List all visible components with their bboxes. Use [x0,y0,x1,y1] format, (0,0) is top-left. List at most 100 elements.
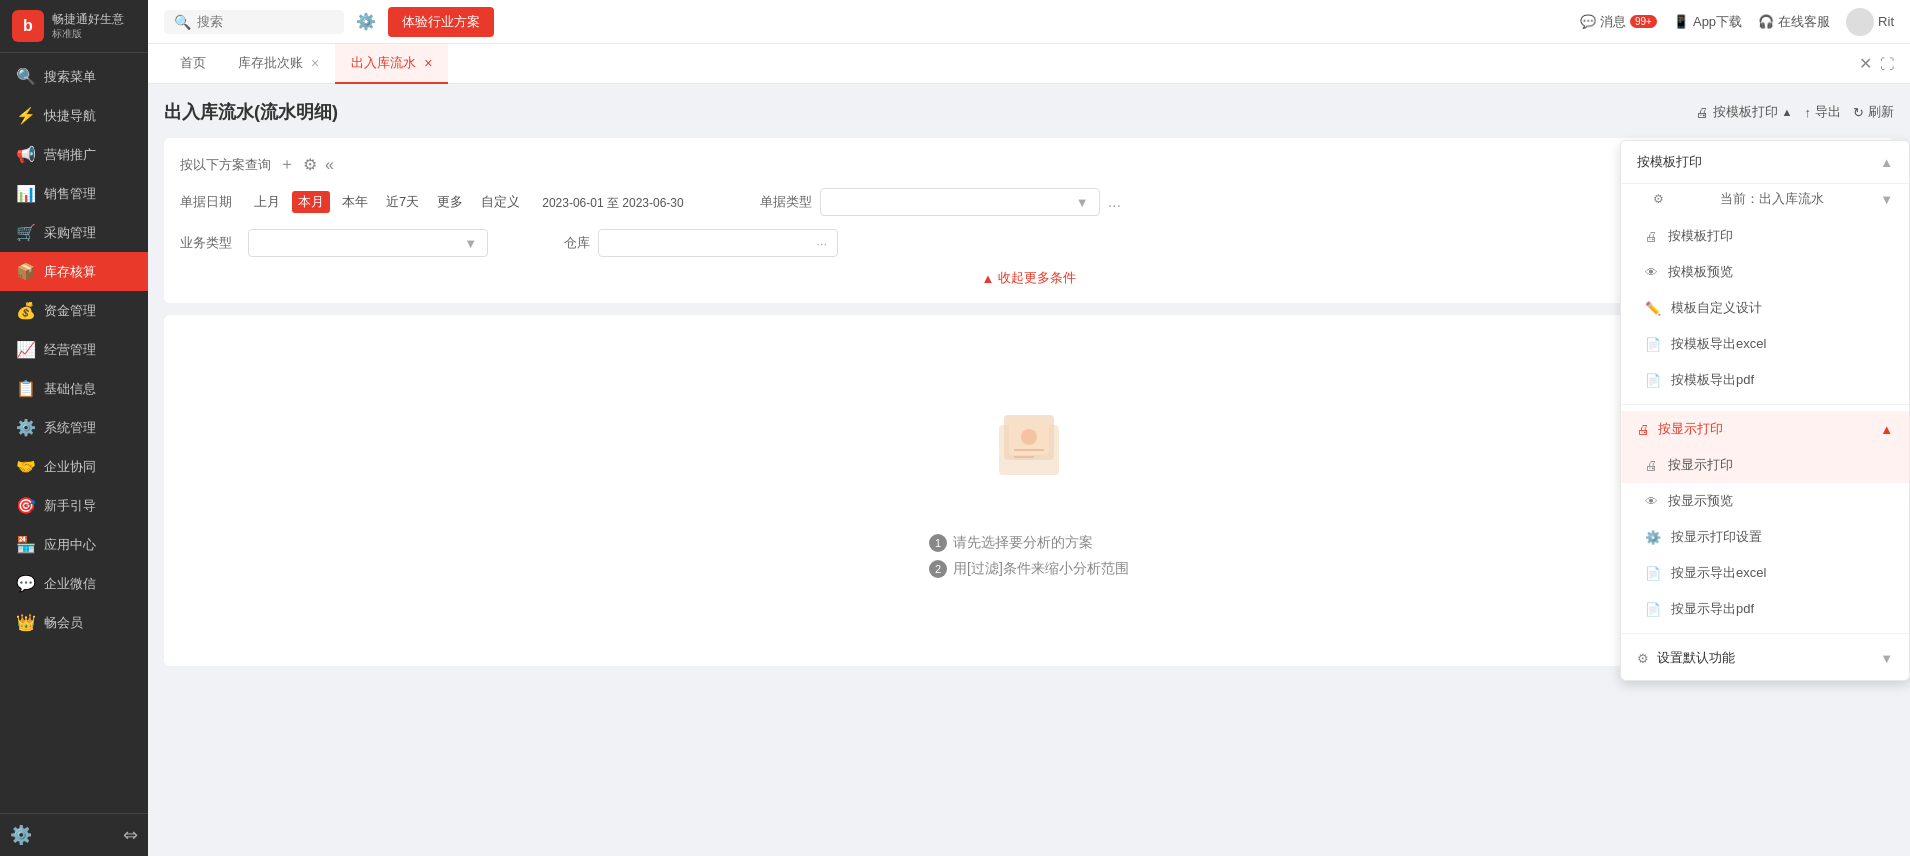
date-filter-label: 单据日期 [180,193,232,211]
printer-icon: 🖨 [1645,229,1658,244]
app-name: 畅捷通好生意 [52,11,124,28]
sidebar-item-label: 应用中心 [44,536,96,554]
dropdown-item-template-export-excel[interactable]: 📄 按模板导出excel [1621,326,1909,362]
dropdown-title: 按模板打印 [1637,153,1702,171]
filter-collapse-btn[interactable]: « [325,156,334,174]
sidebar-item-label: 快捷导航 [44,107,96,125]
close-window-btn[interactable]: ✕ [1859,54,1872,73]
tab-batch[interactable]: 库存批次账 × [222,44,335,84]
tab-flow-label: 出入库流水 [351,54,416,72]
gear-icon[interactable]: ⚙️ [356,12,376,31]
settings-icon[interactable]: ⚙️ [10,824,32,846]
dropdown-item-template-custom[interactable]: ✏️ 模板自定义设计 [1621,290,1909,326]
date-options: 上月 本月 本年 近7天 更多 自定义 [248,191,526,213]
industry-btn[interactable]: 体验行业方案 [388,7,494,37]
sidebar-item-purchase[interactable]: 🛒 采购管理 [0,213,148,252]
user-avatar-btn[interactable]: Rit [1846,8,1894,36]
main-content: 🔍 ⚙️ 体验行业方案 💬 消息 99+ 📱 App下载 🎧 在线客服 [148,0,1910,856]
message-btn[interactable]: 💬 消息 99+ [1580,13,1657,31]
date-option-current-year[interactable]: 本年 [336,191,374,213]
headset-icon: 🎧 [1758,14,1774,29]
tab-flow-close[interactable]: × [424,55,432,71]
date-option-more[interactable]: 更多 [431,191,469,213]
tab-flow[interactable]: 出入库流水 × [335,44,448,84]
sidebar-item-sales[interactable]: 📊 销售管理 [0,174,148,213]
refresh-btn[interactable]: ↻ 刷新 [1853,103,1894,121]
dropdown-collapse-icon[interactable]: ▲ [1880,155,1893,170]
dropdown-item-display-export-pdf[interactable]: 📄 按显示导出pdf [1621,591,1909,627]
dropdown-section-display: 🖨 按显示打印 ▲ 🖨 按显示打印 👁 按显示预览 ⚙️ [1621,407,1909,631]
sidebar-item-corp[interactable]: 🤝 企业协同 [0,447,148,486]
dropdown-current-chevron: ▼ [1880,192,1893,207]
dropdown-current: ⚙ 当前：出入库流水 ▼ [1621,184,1909,214]
printer-icon: 🖨 [1696,105,1709,120]
tab-home[interactable]: 首页 [164,44,222,84]
finance-icon: 💰 [16,301,36,320]
corp-icon: 🤝 [16,457,36,476]
default-icon: ⚙ [1637,651,1649,666]
sidebar-item-guide[interactable]: 🎯 新手引导 [0,486,148,525]
sidebar-item-operation[interactable]: 📈 经营管理 [0,330,148,369]
dropdown-item-display-export-excel[interactable]: 📄 按显示导出excel [1621,555,1909,591]
appstore-icon: 🏪 [16,535,36,554]
dropdown-item-template-preview[interactable]: 👁 按模板预览 [1621,254,1909,290]
add-filter-btn[interactable]: ＋ [279,154,295,175]
online-service-label: 在线客服 [1778,13,1830,31]
sidebar-item-label: 系统管理 [44,419,96,437]
filter-label: 按以下方案查询 [180,156,271,174]
operation-icon: 📈 [16,340,36,359]
search-input[interactable] [197,14,297,29]
dropdown-item-display-print-settings[interactable]: ⚙️ 按显示打印设置 [1621,519,1909,555]
sidebar-item-system[interactable]: ⚙️ 系统管理 [0,408,148,447]
sidebar-item-marketing[interactable]: 📢 营销推广 [0,135,148,174]
bill-type-select[interactable]: ▼ [820,188,1100,216]
topbar-search-box: 🔍 [164,10,344,34]
basic-icon: 📋 [16,379,36,398]
bill-type-more-btn[interactable]: ... [1108,193,1121,211]
filter-settings-btn[interactable]: ⚙ [303,155,317,174]
sales-icon: 📊 [16,184,36,203]
display-section-chevron-icon: ▲ [1880,422,1893,437]
user-name: Rit [1878,14,1894,29]
dropdown-section-display-header[interactable]: 🖨 按显示打印 ▲ [1621,411,1909,447]
sidebar-item-search[interactable]: 🔍 搜索菜单 [0,57,148,96]
dropdown-item-template-print[interactable]: 🖨 按模板打印 [1621,218,1909,254]
export-btn[interactable]: ↑ 导出 [1805,103,1842,121]
sidebar-item-wechat[interactable]: 💬 企业微信 [0,564,148,603]
pdf-icon: 📄 [1645,373,1661,388]
business-type-label: 业务类型 [180,234,232,252]
print-template-btn[interactable]: 🖨 按模板打印 ▲ [1696,103,1793,121]
sidebar-item-inventory[interactable]: 📦 库存核算 [0,252,148,291]
warehouse-more-icon: ··· [816,236,827,251]
sidebar-item-label: 新手引导 [44,497,96,515]
date-option-custom[interactable]: 自定义 [475,191,526,213]
sidebar-item-shortcut[interactable]: ⚡ 快捷导航 [0,96,148,135]
online-service-btn[interactable]: 🎧 在线客服 [1758,13,1830,31]
dropdown-current-label: 当前：出入库流水 [1720,190,1824,208]
dropdown-item-template-export-pdf[interactable]: 📄 按模板导出pdf [1621,362,1909,398]
app-logo-icon: b [12,10,44,42]
export-label: 导出 [1815,103,1841,121]
dropdown-item-display-preview[interactable]: 👁 按显示预览 [1621,483,1909,519]
date-option-current-month[interactable]: 本月 [292,191,330,213]
sidebar-item-member[interactable]: 👑 畅会员 [0,603,148,642]
purchase-icon: 🛒 [16,223,36,242]
app-download-btn[interactable]: 📱 App下载 [1673,13,1742,31]
collapse-icon[interactable]: ⇔ [123,824,138,846]
sidebar-item-appstore[interactable]: 🏪 应用中心 [0,525,148,564]
tab-batch-close[interactable]: × [311,55,319,71]
sidebar-item-basic[interactable]: 📋 基础信息 [0,369,148,408]
dropdown-section-default-header[interactable]: ⚙ 设置默认功能 ▼ [1621,640,1909,676]
date-option-last-month[interactable]: 上月 [248,191,286,213]
warehouse-select[interactable]: ··· [598,229,838,257]
date-option-7days[interactable]: 近7天 [380,191,425,213]
preview-icon: 👁 [1645,265,1658,280]
empty-illustration [979,395,1079,514]
business-type-select[interactable]: ▼ [248,229,488,257]
topbar-right: 💬 消息 99+ 📱 App下载 🎧 在线客服 Rit [1580,8,1894,36]
dropdown-item-display-print[interactable]: 🖨 按显示打印 [1621,447,1909,483]
expand-window-btn[interactable]: ⛶ [1880,56,1894,72]
sidebar-item-finance[interactable]: 💰 资金管理 [0,291,148,330]
display-excel-icon: 📄 [1645,566,1661,581]
tab-bar: 首页 库存批次账 × 出入库流水 × ✕ ⛶ [148,44,1910,84]
